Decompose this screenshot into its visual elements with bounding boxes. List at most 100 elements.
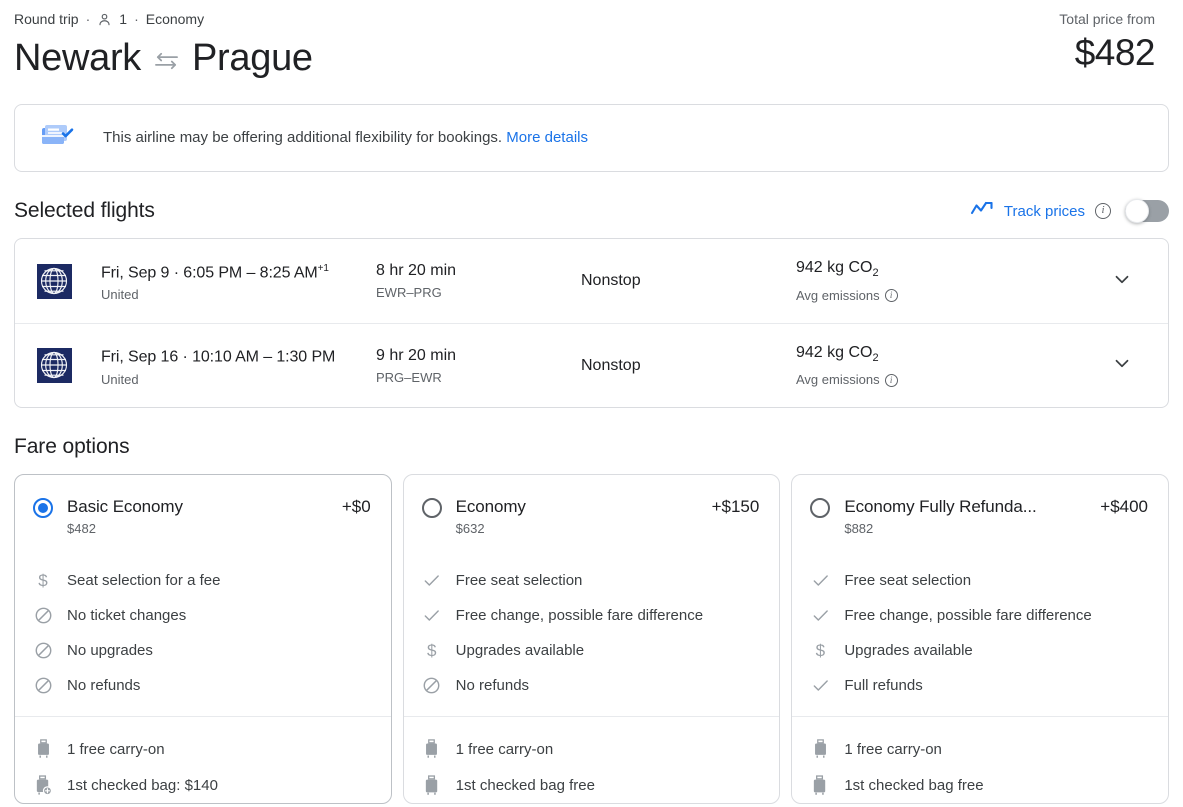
- united-airlines-logo: [37, 264, 72, 299]
- co2-subscript: 2: [872, 352, 878, 364]
- flight-airline: United: [101, 286, 376, 304]
- chevron-down-icon: [1111, 268, 1133, 295]
- fare-feature: No refunds: [33, 668, 373, 703]
- info-icon[interactable]: i: [885, 374, 898, 387]
- flight-emissions-cell: 942 kg CO2 Avg emissions i: [796, 257, 1096, 304]
- fare-card-header: Economy Fully Refunda... $882 +$400: [792, 475, 1168, 544]
- flight-emissions-label-row: Avg emissions i: [796, 371, 1096, 389]
- separator-dot-1: ·: [86, 11, 91, 27]
- fare-feature-label: Full refunds: [844, 677, 922, 694]
- fare-feature: $ Upgrades available: [422, 633, 762, 668]
- flexibility-banner: This airline may be offering additional …: [14, 104, 1169, 172]
- fare-feature: $ Seat selection for a fee: [33, 563, 373, 598]
- fare-feature: Full refunds: [810, 668, 1150, 703]
- flight-emissions-value: 942 kg CO: [796, 259, 872, 276]
- fare-feature-label: Free seat selection: [456, 572, 583, 589]
- fare-feature: No ticket changes: [33, 598, 373, 633]
- not-allowed-icon: [33, 606, 53, 625]
- fare-feature: Free change, possible fare difference: [810, 598, 1150, 633]
- check-icon: [422, 571, 442, 590]
- baggage-row: 1st checked bag free: [810, 767, 1150, 803]
- fare-feature-label: Free seat selection: [844, 572, 971, 589]
- fare-feature-list: $ Seat selection for a fee No ticket cha…: [15, 544, 391, 716]
- person-icon: [97, 12, 112, 27]
- flight-emissions-label: Avg emissions: [796, 287, 880, 305]
- fare-feature: No upgrades: [33, 633, 373, 668]
- dollar-icon: $: [422, 642, 442, 659]
- fare-feature-label: No ticket changes: [67, 607, 186, 624]
- passenger-count: 1: [119, 11, 127, 27]
- flight-row[interactable]: Fri, Sep 16 · 10:10 AM – 1:30 PM United …: [15, 323, 1168, 407]
- flight-booking-page: Round trip · 1 · Economy Newark Prague: [0, 0, 1183, 807]
- flight-row[interactable]: Fri, Sep 9 · 6:05 PM – 8:25 AM+1 United …: [15, 239, 1168, 323]
- info-icon[interactable]: i: [1095, 203, 1111, 219]
- flight-emissions-label: Avg emissions: [796, 371, 880, 389]
- flight-stops: Nonstop: [581, 272, 796, 290]
- checked-bag-icon: [810, 775, 830, 796]
- fare-baggage-section: 1 free carry-on 1st checked bag free: [792, 716, 1168, 803]
- cabin-class-label: Economy: [146, 11, 204, 27]
- fare-name: Economy Fully Refunda...: [844, 495, 1078, 519]
- check-icon: [810, 606, 830, 625]
- baggage-label: 1st checked bag: $140: [67, 777, 218, 794]
- fare-radio-button[interactable]: [810, 498, 830, 518]
- not-allowed-icon: [33, 676, 53, 695]
- fare-options-grid: Basic Economy $482 +$0 $ Seat selection …: [14, 474, 1169, 804]
- flight-datetime-text: Fri, Sep 9 · 6:05 PM – 8:25 AM: [101, 264, 318, 281]
- fare-name: Economy: [456, 495, 690, 519]
- fare-base-price: $882: [844, 520, 1078, 538]
- destination-city: Prague: [192, 35, 313, 81]
- fare-baggage-section: 1 free carry-on 1st checked bag free: [404, 716, 780, 803]
- toggle-knob: [1125, 199, 1149, 223]
- flight-airline: United: [101, 371, 376, 389]
- fare-card-economy[interactable]: Economy $632 +$150 Free seat selection: [403, 474, 781, 804]
- airline-logo-cell: [37, 264, 101, 299]
- chevron-down-icon: [1111, 352, 1133, 379]
- track-prices-control[interactable]: Track prices i: [970, 200, 1169, 223]
- fare-radio-button[interactable]: [33, 498, 53, 518]
- fare-feature: $ Upgrades available: [810, 633, 1150, 668]
- baggage-label: 1st checked bag free: [456, 777, 595, 794]
- flexibility-message: This airline may be offering additional …: [103, 129, 502, 146]
- carry-on-bag-icon: [810, 739, 830, 759]
- total-price-label: Total price from: [1059, 9, 1155, 29]
- total-price-value: $482: [1059, 31, 1155, 75]
- next-day-indicator: +1: [318, 263, 329, 274]
- flight-route: PRG–EWR: [376, 369, 581, 387]
- not-allowed-icon: [422, 676, 442, 695]
- fare-card-title-row: Economy Fully Refunda... $882 +$400: [810, 495, 1148, 538]
- more-details-link[interactable]: More details: [506, 129, 588, 146]
- co2-subscript: 2: [872, 268, 878, 280]
- fare-card-basic-economy[interactable]: Basic Economy $482 +$0 $ Seat selection …: [14, 474, 392, 804]
- check-icon: [422, 606, 442, 625]
- flight-duration-cell: 9 hr 20 min PRG–EWR: [376, 345, 581, 387]
- flight-stops: Nonstop: [581, 357, 796, 375]
- track-prices-toggle[interactable]: [1125, 200, 1169, 222]
- baggage-row: 1 free carry-on: [33, 731, 373, 767]
- baggage-label: 1st checked bag free: [844, 777, 983, 794]
- fare-feature: No refunds: [422, 668, 762, 703]
- selected-flights-title: Selected flights: [14, 199, 155, 223]
- info-icon[interactable]: i: [885, 289, 898, 302]
- checked-bag-icon: [422, 775, 442, 796]
- total-price-block: Total price from $482: [1059, 9, 1155, 75]
- baggage-row: 1 free carry-on: [810, 731, 1150, 767]
- flight-datetime: Fri, Sep 9 · 6:05 PM – 8:25 AM+1: [101, 258, 376, 284]
- check-icon: [810, 676, 830, 695]
- flight-route: EWR–PRG: [376, 284, 581, 302]
- fare-card-economy-fully-refundable[interactable]: Economy Fully Refunda... $882 +$400 Free…: [791, 474, 1169, 804]
- fare-feature: Free seat selection: [422, 563, 762, 598]
- flight-emissions-value: 942 kg CO: [796, 344, 872, 361]
- flight-datetime-text: Fri, Sep 16 · 10:10 AM – 1:30 PM: [101, 349, 335, 366]
- dollar-icon: $: [33, 572, 53, 589]
- fare-title-wrap: Economy Fully Refunda... $882: [844, 495, 1078, 538]
- fare-feature-list: Free seat selection Free change, possibl…: [792, 544, 1168, 716]
- fare-feature-label: Upgrades available: [844, 642, 972, 659]
- carry-on-bag-icon: [422, 739, 442, 759]
- fare-price-delta: +$400: [1100, 495, 1148, 519]
- expand-flight-button[interactable]: [1096, 352, 1148, 379]
- fare-card-header: Basic Economy $482 +$0: [15, 475, 391, 544]
- flight-emissions-label-row: Avg emissions i: [796, 287, 1096, 305]
- fare-radio-button[interactable]: [422, 498, 442, 518]
- expand-flight-button[interactable]: [1096, 268, 1148, 295]
